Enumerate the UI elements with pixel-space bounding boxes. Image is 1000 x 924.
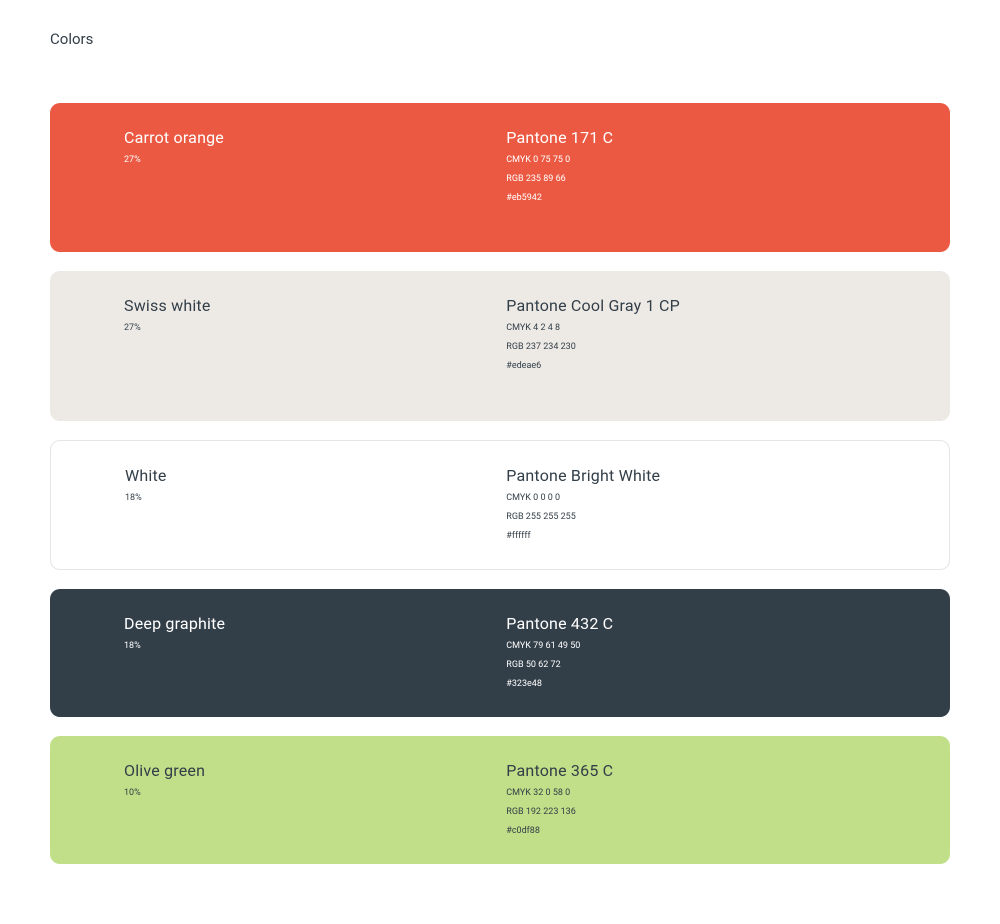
swatch-right-col: Pantone 365 C CMYK 32 0 58 0 RGB 192 223… <box>506 761 950 836</box>
color-percentage: 18% <box>125 493 506 503</box>
color-name: White <box>125 466 506 485</box>
cmyk-value: CMYK 4 2 4 8 <box>506 324 950 333</box>
pantone-name: Pantone 365 C <box>506 761 950 780</box>
cmyk-value: CMYK 79 61 49 50 <box>506 642 950 651</box>
swatch-swiss-white: Swiss white 27% Pantone Cool Gray 1 CP C… <box>50 271 950 421</box>
swatch-list: Carrot orange 27% Pantone 171 C CMYK 0 7… <box>50 103 950 864</box>
color-name: Carrot orange <box>124 128 506 147</box>
pantone-name: Pantone Bright White <box>506 466 949 485</box>
rgb-value: RGB 50 62 72 <box>506 661 950 670</box>
hex-value: #c0df88 <box>506 827 950 836</box>
color-percentage: 27% <box>124 323 506 333</box>
pantone-name: Pantone 171 C <box>506 128 950 147</box>
cmyk-value: CMYK 32 0 58 0 <box>506 789 950 798</box>
swatch-right-col: Pantone 432 C CMYK 79 61 49 50 RGB 50 62… <box>506 614 950 689</box>
hex-value: #eb5942 <box>506 194 950 203</box>
pantone-name: Pantone Cool Gray 1 CP <box>506 296 950 315</box>
color-name: Deep graphite <box>124 614 506 633</box>
swatch-deep-graphite: Deep graphite 18% Pantone 432 C CMYK 79 … <box>50 589 950 717</box>
rgb-value: RGB 255 255 255 <box>506 513 949 522</box>
cmyk-value: CMYK 0 0 0 0 <box>506 494 949 503</box>
color-name: Olive green <box>124 761 506 780</box>
swatch-left-col: White 18% <box>51 466 506 541</box>
rgb-value: RGB 192 223 136 <box>506 808 950 817</box>
color-percentage: 27% <box>124 155 506 165</box>
hex-value: #edeae6 <box>506 362 950 371</box>
rgb-value: RGB 235 89 66 <box>506 175 950 184</box>
pantone-name: Pantone 432 C <box>506 614 950 633</box>
cmyk-value: CMYK 0 75 75 0 <box>506 156 950 165</box>
color-percentage: 10% <box>124 788 506 798</box>
color-percentage: 18% <box>124 641 506 651</box>
swatch-olive-green: Olive green 10% Pantone 365 C CMYK 32 0 … <box>50 736 950 864</box>
page-title: Colors <box>50 30 950 48</box>
swatch-white: White 18% Pantone Bright White CMYK 0 0 … <box>50 440 950 570</box>
hex-value: #ffffff <box>506 532 949 541</box>
swatch-right-col: Pantone Bright White CMYK 0 0 0 0 RGB 25… <box>506 466 949 541</box>
swatch-right-col: Pantone 171 C CMYK 0 75 75 0 RGB 235 89 … <box>506 128 950 224</box>
swatch-left-col: Deep graphite 18% <box>50 614 506 689</box>
swatch-left-col: Carrot orange 27% <box>50 128 506 224</box>
swatch-left-col: Olive green 10% <box>50 761 506 836</box>
swatch-left-col: Swiss white 27% <box>50 296 506 393</box>
swatch-carrot-orange: Carrot orange 27% Pantone 171 C CMYK 0 7… <box>50 103 950 252</box>
rgb-value: RGB 237 234 230 <box>506 343 950 352</box>
swatch-right-col: Pantone Cool Gray 1 CP CMYK 4 2 4 8 RGB … <box>506 296 950 393</box>
hex-value: #323e48 <box>506 680 950 689</box>
color-name: Swiss white <box>124 296 506 315</box>
